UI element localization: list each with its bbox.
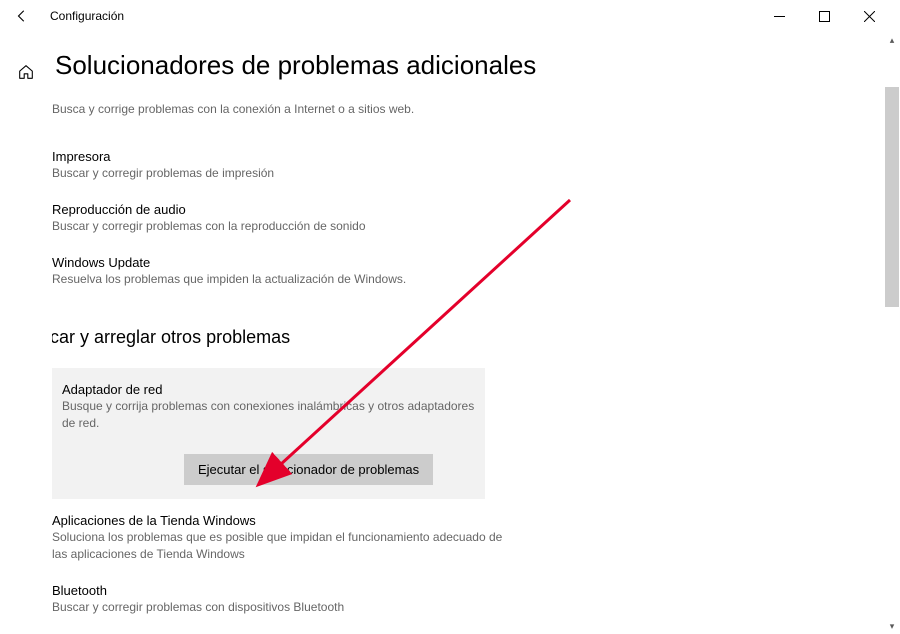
troubleshooter-title: Reproducción de audio	[52, 202, 512, 217]
troubleshooter-desc: Soluciona los problemas que es posible q…	[52, 529, 512, 563]
troubleshooter-title: Impresora	[52, 149, 512, 164]
scroll-thumb[interactable]	[885, 87, 899, 307]
maximize-button[interactable]	[802, 1, 847, 31]
window-controls	[757, 1, 892, 31]
troubleshooter-internet[interactable]: Busca y corrige problemas con la conexió…	[52, 97, 512, 141]
section-header: Buscar y arreglar otros problemas	[52, 327, 865, 348]
back-button[interactable]	[8, 2, 36, 30]
troubleshooter-audio[interactable]: Reproducción de audio Buscar y corregir …	[52, 198, 512, 247]
page-title: Solucionadores de problemas adicionales	[55, 50, 865, 81]
vertical-scrollbar[interactable]: ▴ ▾	[884, 32, 900, 634]
troubleshooter-title: Aplicaciones de la Tienda Windows	[52, 513, 512, 528]
app-title: Configuración	[50, 9, 124, 23]
minimize-button[interactable]	[757, 1, 802, 31]
troubleshooter-printer[interactable]: Impresora Buscar y corregir problemas de…	[52, 145, 512, 194]
scroll-up-arrow[interactable]: ▴	[884, 32, 900, 48]
troubleshooter-desc: Resuelva los problemas que impiden la ac…	[52, 271, 512, 288]
close-button[interactable]	[847, 1, 892, 31]
troubleshooter-title: Windows Update	[52, 255, 512, 270]
main-panel: Solucionadores de problemas adicionales …	[52, 32, 900, 634]
troubleshooter-desc: Buscar y corregir problemas con la repro…	[52, 218, 512, 235]
troubleshooter-winupdate[interactable]: Windows Update Resuelva los problemas qu…	[52, 251, 512, 300]
troubleshooter-desc: Busque y corrija problemas con conexione…	[62, 398, 475, 432]
troubleshooter-store[interactable]: Aplicaciones de la Tienda Windows Soluci…	[52, 509, 512, 575]
troubleshooter-desc: Busca y corrige problemas con la conexió…	[52, 101, 512, 118]
troubleshooter-desc: Buscar y corregir problemas con disposit…	[52, 599, 512, 616]
home-icon[interactable]	[14, 60, 38, 84]
monitor-icon	[52, 382, 55, 410]
titlebar: Configuración	[0, 0, 900, 32]
troubleshooter-title: Bluetooth	[52, 583, 512, 598]
troubleshooter-title: Adaptador de red	[62, 382, 475, 397]
left-rail	[0, 32, 52, 634]
troubleshooter-desc: Buscar y corregir problemas de impresión	[52, 165, 512, 182]
scroll-down-arrow[interactable]: ▾	[884, 618, 900, 634]
content-area: Solucionadores de problemas adicionales …	[0, 32, 900, 634]
run-troubleshooter-button[interactable]: Ejecutar el solucionador de problemas	[184, 454, 433, 485]
troubleshooter-bluetooth[interactable]: Bluetooth Buscar y corregir problemas co…	[52, 579, 512, 628]
troubleshooter-netadapter[interactable]: Adaptador de red Busque y corrija proble…	[52, 368, 485, 499]
